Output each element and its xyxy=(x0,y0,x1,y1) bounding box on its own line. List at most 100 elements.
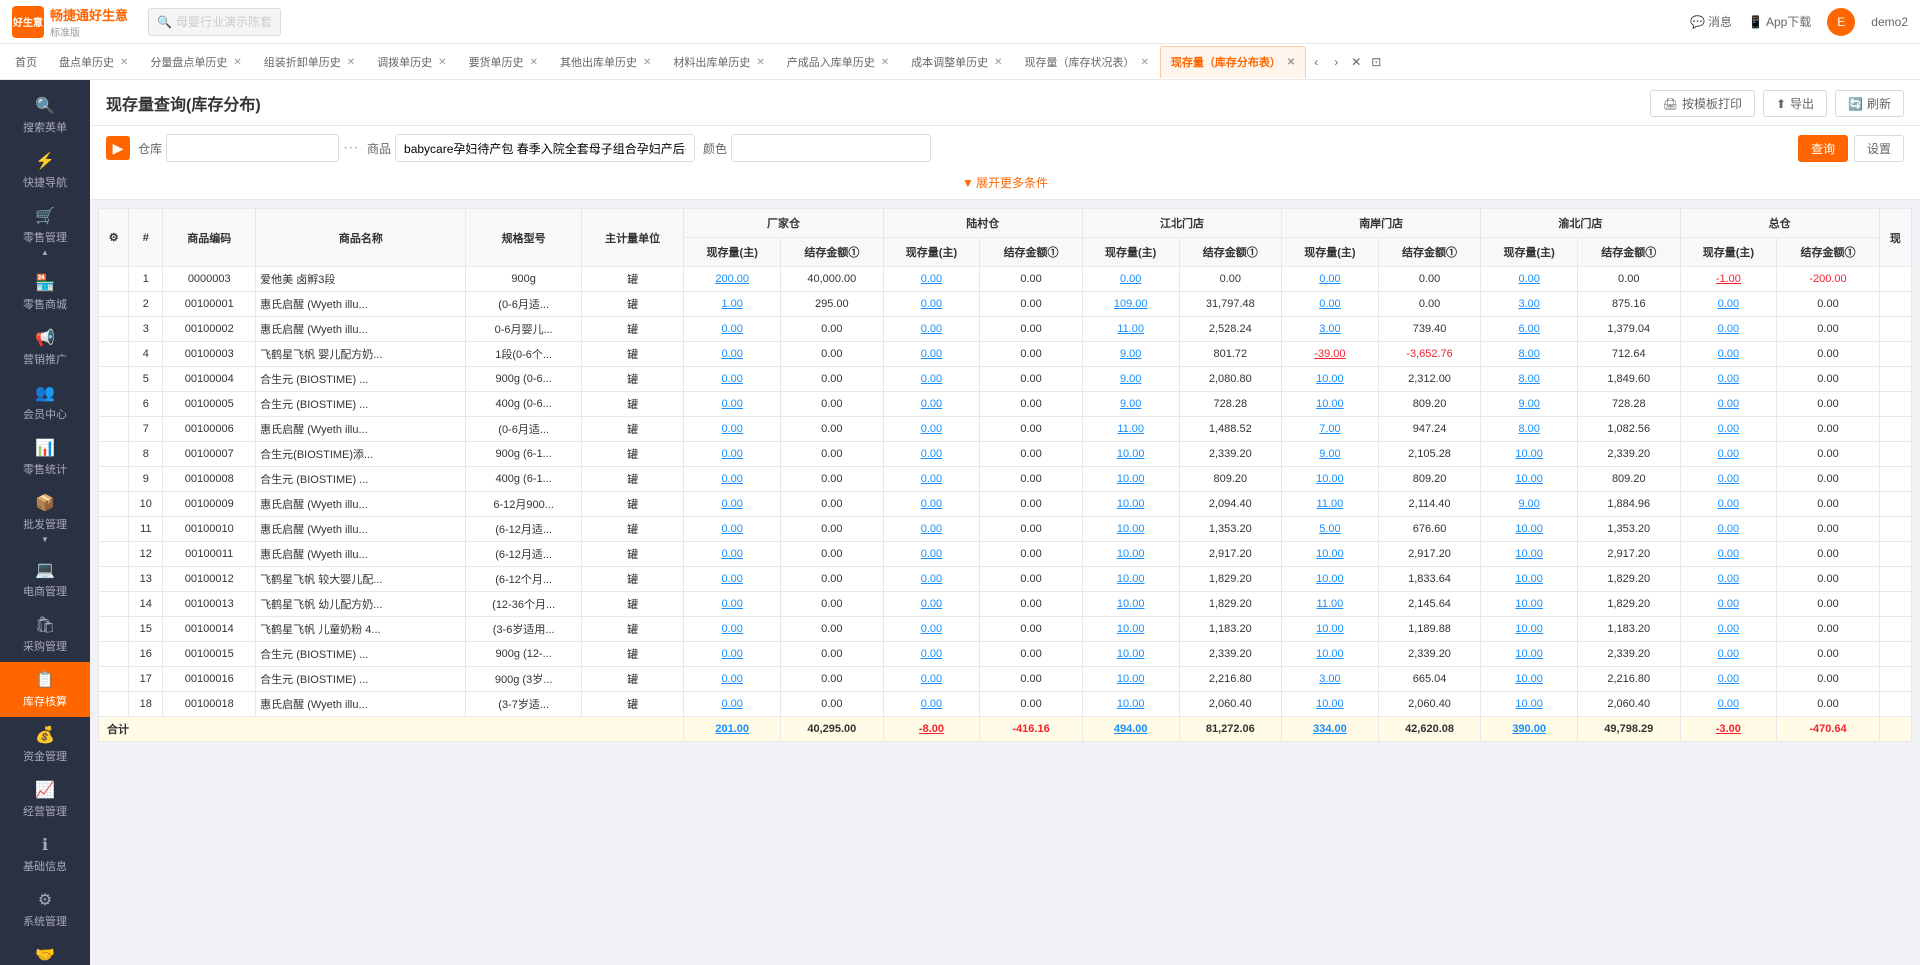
row-na-qty[interactable]: 3.00 xyxy=(1282,667,1379,692)
row-na-qty[interactable]: 11.00 xyxy=(1282,492,1379,517)
row-zc-qty[interactable]: 0.00 xyxy=(1680,492,1777,517)
row-lc-qty[interactable]: 0.00 xyxy=(883,417,980,442)
row-zc-qty[interactable]: 0.00 xyxy=(1680,292,1777,317)
row-jb-qty[interactable]: 10.00 xyxy=(1082,667,1179,692)
export-btn[interactable]: ⬆ 导出 xyxy=(1763,90,1827,117)
row-na-qty[interactable]: 10.00 xyxy=(1282,367,1379,392)
row-fj-qty[interactable]: 0.00 xyxy=(684,542,781,567)
tab-transfer[interactable]: 调拨单历史 ✕ xyxy=(366,46,457,78)
tab-close[interactable]: ✕ xyxy=(120,57,128,68)
row-na-qty[interactable]: 5.00 xyxy=(1282,517,1379,542)
row-zc-qty[interactable]: -1.00 xyxy=(1680,267,1777,292)
row-fj-qty[interactable]: 0.00 xyxy=(684,342,781,367)
row-lc-qty[interactable]: 0.00 xyxy=(883,517,980,542)
tab-close[interactable]: ✕ xyxy=(233,57,241,68)
row-yb-qty[interactable]: 0.00 xyxy=(1481,267,1578,292)
tab-material-out[interactable]: 材料出库单历史 ✕ xyxy=(662,46,775,78)
row-zc-qty[interactable]: 0.00 xyxy=(1680,642,1777,667)
row-jb-qty[interactable]: 11.00 xyxy=(1082,417,1179,442)
row-yb-qty[interactable]: 10.00 xyxy=(1481,442,1578,467)
row-zc-qty[interactable]: 0.00 xyxy=(1680,467,1777,492)
row-jb-qty[interactable]: 10.00 xyxy=(1082,467,1179,492)
row-fj-qty[interactable]: 0.00 xyxy=(684,442,781,467)
tab-next-btn[interactable]: › xyxy=(1326,46,1346,78)
tab-assemble[interactable]: 组装折卸单历史 ✕ xyxy=(253,46,366,78)
row-zc-qty[interactable]: 0.00 xyxy=(1680,692,1777,717)
row-yb-qty[interactable]: 3.00 xyxy=(1481,292,1578,317)
tab-close[interactable]: ✕ xyxy=(347,57,355,68)
row-na-qty[interactable]: 10.00 xyxy=(1282,692,1379,717)
row-lc-qty[interactable]: 0.00 xyxy=(883,467,980,492)
row-na-qty[interactable]: 10.00 xyxy=(1282,467,1379,492)
warehouse-input[interactable] xyxy=(166,134,339,162)
sidebar-item-member[interactable]: 👥 会员中心 xyxy=(0,375,90,430)
row-lc-qty[interactable]: 0.00 xyxy=(883,367,980,392)
row-lc-qty[interactable]: 0.00 xyxy=(883,267,980,292)
row-fj-qty[interactable]: 0.00 xyxy=(684,567,781,592)
row-yb-qty[interactable]: 10.00 xyxy=(1481,467,1578,492)
row-na-qty[interactable]: 9.00 xyxy=(1282,442,1379,467)
row-na-qty[interactable]: 10.00 xyxy=(1282,392,1379,417)
settings-btn[interactable]: 设置 xyxy=(1854,135,1904,162)
row-fj-qty[interactable]: 0.00 xyxy=(684,317,781,342)
row-lc-qty[interactable]: 0.00 xyxy=(883,617,980,642)
row-yb-qty[interactable]: 8.00 xyxy=(1481,367,1578,392)
row-yb-qty[interactable]: 8.00 xyxy=(1481,342,1578,367)
tab-cost-adjust[interactable]: 成本调整单历史 ✕ xyxy=(900,46,1013,78)
row-jb-qty[interactable]: 10.00 xyxy=(1082,592,1179,617)
row-lc-qty[interactable]: 0.00 xyxy=(883,642,980,667)
row-yb-qty[interactable]: 10.00 xyxy=(1481,692,1578,717)
row-yb-qty[interactable]: 9.00 xyxy=(1481,492,1578,517)
row-lc-qty[interactable]: 0.00 xyxy=(883,667,980,692)
row-jb-qty[interactable]: 10.00 xyxy=(1082,692,1179,717)
sidebar-item-biz[interactable]: 📈 经营管理 xyxy=(0,772,90,827)
row-jb-qty[interactable]: 10.00 xyxy=(1082,542,1179,567)
row-lc-qty[interactable]: 0.00 xyxy=(883,567,980,592)
row-lc-qty[interactable]: 0.00 xyxy=(883,392,980,417)
sidebar-item-nav[interactable]: ⚡ 快捷导航 xyxy=(0,143,90,198)
row-lc-qty[interactable]: 0.00 xyxy=(883,292,980,317)
print-btn[interactable]: 🖨 按模板打印 xyxy=(1650,90,1755,117)
row-lc-qty[interactable]: 0.00 xyxy=(883,317,980,342)
tab-inventory-check[interactable]: 盘点单历史 ✕ xyxy=(48,46,139,78)
row-yb-qty[interactable]: 10.00 xyxy=(1481,592,1578,617)
row-jb-qty[interactable]: 11.00 xyxy=(1082,317,1179,342)
tab-other-out[interactable]: 其他出库单历史 ✕ xyxy=(549,46,662,78)
row-jb-qty[interactable]: 10.00 xyxy=(1082,567,1179,592)
row-fj-qty[interactable]: 1.00 xyxy=(684,292,781,317)
row-fj-qty[interactable]: 0.00 xyxy=(684,617,781,642)
tab-order[interactable]: 要货单历史 ✕ xyxy=(458,46,549,78)
sidebar-item-retail-stats[interactable]: 📊 零售统计 xyxy=(0,430,90,485)
row-zc-qty[interactable]: 0.00 xyxy=(1680,567,1777,592)
row-jb-qty[interactable]: 9.00 xyxy=(1082,342,1179,367)
tab-stock-dist[interactable]: 现存量（库存分布表） ✕ xyxy=(1160,46,1306,78)
app-download-btn[interactable]: 📱 App下载 xyxy=(1748,13,1811,30)
row-lc-qty[interactable]: 0.00 xyxy=(883,692,980,717)
row-fj-qty[interactable]: 0.00 xyxy=(684,467,781,492)
tab-close[interactable]: ✕ xyxy=(438,57,446,68)
tab-expand-btn[interactable]: ⊡ xyxy=(1366,46,1386,78)
row-jb-qty[interactable]: 10.00 xyxy=(1082,492,1179,517)
row-yb-qty[interactable]: 10.00 xyxy=(1481,642,1578,667)
row-zc-qty[interactable]: 0.00 xyxy=(1680,667,1777,692)
row-na-qty[interactable]: 10.00 xyxy=(1282,567,1379,592)
sidebar-item-purchase[interactable]: 🛍 采购管理 xyxy=(0,607,90,662)
row-yb-qty[interactable]: 10.00 xyxy=(1481,567,1578,592)
sidebar-item-wholesale[interactable]: 📦 批发管理 ▼ xyxy=(0,485,90,552)
row-lc-qty[interactable]: 0.00 xyxy=(883,342,980,367)
row-fj-qty[interactable]: 0.00 xyxy=(684,667,781,692)
row-jb-qty[interactable]: 109.00 xyxy=(1082,292,1179,317)
row-jb-qty[interactable]: 9.00 xyxy=(1082,367,1179,392)
row-fj-qty[interactable]: 200.00 xyxy=(684,267,781,292)
row-zc-qty[interactable]: 0.00 xyxy=(1680,392,1777,417)
row-fj-qty[interactable]: 0.00 xyxy=(684,692,781,717)
th-gear[interactable]: ⚙ xyxy=(99,209,129,267)
refresh-btn[interactable]: 🔄 刷新 xyxy=(1835,90,1904,117)
row-zc-qty[interactable]: 0.00 xyxy=(1680,317,1777,342)
row-na-qty[interactable]: 3.00 xyxy=(1282,317,1379,342)
sidebar-item-collab[interactable]: 🤝 企业协同 xyxy=(0,937,90,965)
tab-close[interactable]: ✕ xyxy=(756,57,764,68)
tab-close[interactable]: ✕ xyxy=(1287,57,1295,68)
tab-close[interactable]: ✕ xyxy=(1141,57,1149,68)
row-lc-qty[interactable]: 0.00 xyxy=(883,442,980,467)
